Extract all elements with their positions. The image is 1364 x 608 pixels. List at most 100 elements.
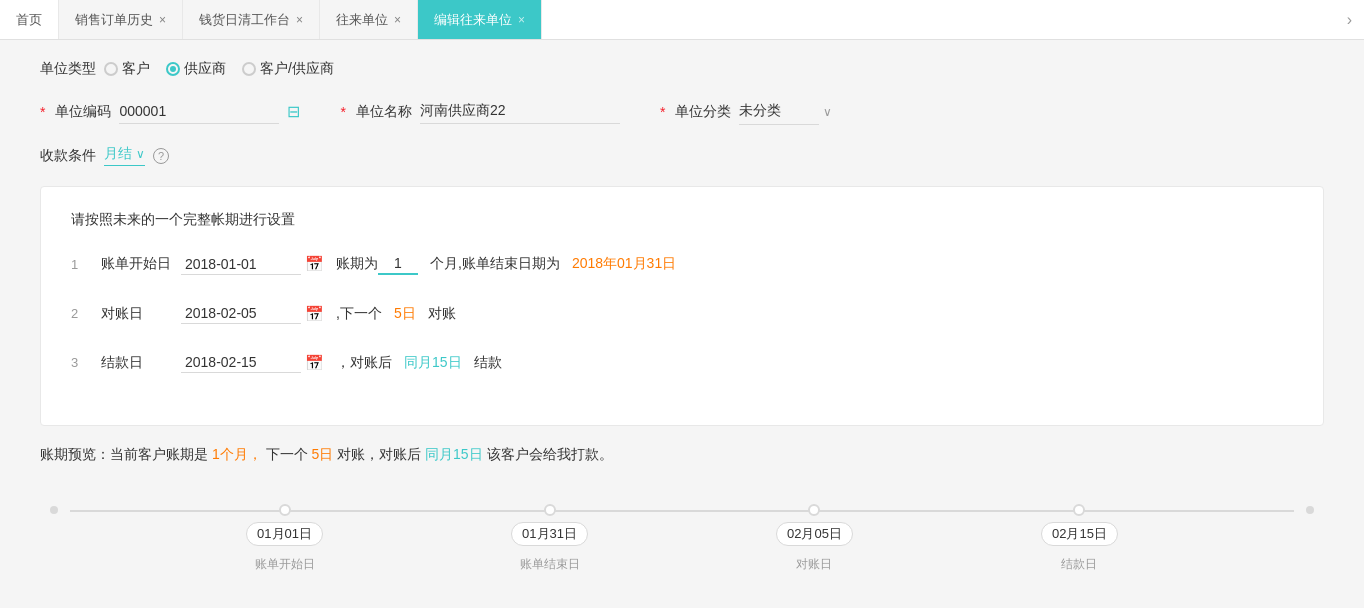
unit-name-input[interactable] [420, 99, 620, 124]
tab-sales-order-history[interactable]: 销售订单历史 × [59, 0, 183, 39]
payment-date-cal-icon[interactable]: 📅 [305, 354, 324, 372]
tab-sales-close-icon[interactable]: × [159, 13, 166, 27]
unit-code-star: * [40, 104, 45, 120]
radio-customer[interactable]: 客户 [104, 60, 150, 78]
help-icon-label: ? [158, 150, 164, 162]
unit-name-label: 单位名称 [356, 103, 412, 121]
preview-suffix: 该客户会给我打款。 [487, 446, 613, 462]
payment-date-input[interactable] [181, 352, 301, 373]
preview-middle1: 下一个 [266, 446, 308, 462]
timeline-dot-1 [279, 504, 291, 516]
unit-info-row: * 单位编码 ⊟ * 单位名称 * 单位分类 未分类 ∨ [40, 98, 1324, 125]
tab-edit-partner[interactable]: 编辑往来单位 × [418, 0, 542, 39]
help-icon[interactable]: ? [153, 148, 169, 164]
radio-both[interactable]: 客户/供应商 [242, 60, 334, 78]
unit-code-input[interactable] [119, 99, 279, 124]
timeline-badge-1: 01月01日 [246, 522, 323, 546]
timeline-badge-2: 01月31日 [511, 522, 588, 546]
unit-type-row: 单位类型 客户 供应商 客户/供应商 [40, 60, 1324, 78]
payment-condition-dropdown[interactable]: 月结 ∨ [104, 145, 145, 166]
timeline-node-1: 01月01日 账单开始日 [246, 488, 323, 573]
timeline-dot-2 [544, 504, 556, 516]
card-title: 请按照未来的一个完整帐期进行设置 [71, 211, 1293, 229]
timeline-dot-3 [808, 504, 820, 516]
row-3-desc-prefix: ，对账后 [336, 354, 392, 372]
row-2-label: 对账日 [101, 305, 181, 323]
payment-condition-value: 月结 [104, 145, 132, 163]
reconcile-date-cal-icon[interactable]: 📅 [305, 305, 324, 323]
unit-category-group: * 单位分类 未分类 ∨ [660, 98, 832, 125]
row-3-num: 3 [71, 355, 101, 370]
preview-text: 账期预览：当前客户账期是 1个月， 下一个 5日 对账，对账后 同月15日 该客… [40, 446, 1324, 464]
setting-row-2: 2 对账日 📅 ,下一个 5日 对账 [71, 303, 1293, 324]
start-date-cal-icon[interactable]: 📅 [305, 255, 324, 273]
radio-both-circle [242, 62, 256, 76]
tab-edit-close-icon[interactable]: × [518, 13, 525, 27]
timeline-right-end [1306, 488, 1314, 514]
row-2-desc-prefix: ,下一个 [336, 305, 382, 323]
row-2-highlight: 5日 [394, 305, 416, 323]
setting-row-1: 1 账单开始日 📅 账期为 个月,账单结束日期为 2018年01月31日 [71, 253, 1293, 275]
unit-category-label: 单位分类 [675, 103, 731, 121]
reconcile-date-input[interactable] [181, 303, 301, 324]
unit-category-dropdown[interactable]: 未分类 ∨ [739, 98, 832, 125]
row-1-desc-suffix: 个月,账单结束日期为 [430, 255, 560, 273]
tab-partner-label: 往来单位 [336, 11, 388, 29]
unit-name-star: * [340, 104, 345, 120]
timeline-left-end [50, 488, 58, 514]
settings-card: 请按照未来的一个完整帐期进行设置 1 账单开始日 📅 账期为 个月,账单结束日期… [40, 186, 1324, 426]
preview-highlight3: 同月15日 [425, 446, 483, 462]
timeline-node-3: 02月05日 对账日 [776, 488, 853, 573]
row-1-num: 1 [71, 257, 101, 272]
month-input[interactable] [378, 253, 418, 275]
timeline-label-1: 账单开始日 [255, 556, 315, 573]
tab-home-label: 首页 [16, 11, 42, 29]
end-date-display: 2018年01月31日 [572, 255, 676, 273]
tab-cash-label: 钱货日清工作台 [199, 11, 290, 29]
row-1-label: 账单开始日 [101, 255, 181, 273]
tab-partner-close-icon[interactable]: × [394, 13, 401, 27]
preview-middle2: 对账，对账后 [337, 446, 421, 462]
unit-code-label: 单位编码 [55, 103, 111, 121]
tab-bar: 首页 销售订单历史 × 钱货日清工作台 × 往来单位 × 编辑往来单位 × › [0, 0, 1364, 40]
radio-customer-label: 客户 [122, 60, 150, 78]
radio-both-label: 客户/供应商 [260, 60, 334, 78]
tab-expand-button[interactable]: › [1335, 0, 1364, 39]
timeline-right-dot [1306, 506, 1314, 514]
main-content: 单位类型 客户 供应商 客户/供应商 * 单位编码 [0, 40, 1364, 608]
unit-type-label: 单位类型 [40, 60, 96, 78]
unit-code-group: * 单位编码 ⊟ [40, 99, 300, 124]
row-3-desc-suffix: 结款 [474, 354, 502, 372]
start-date-input[interactable] [181, 254, 301, 275]
timeline-badge-4: 02月15日 [1041, 522, 1118, 546]
timeline-container: 01月01日 账单开始日 01月31日 账单结束日 02月05日 对账日 02月… [40, 488, 1324, 573]
timeline-node-2: 01月31日 账单结束日 [511, 488, 588, 573]
timeline-node-4: 02月15日 结款日 [1041, 488, 1118, 573]
unit-category-value: 未分类 [739, 98, 819, 125]
timeline-dot-4 [1073, 504, 1085, 516]
setting-row-3: 3 结款日 📅 ，对账后 同月15日 结款 [71, 352, 1293, 373]
payment-condition-label: 收款条件 [40, 147, 96, 165]
row-1-desc-prefix: 账期为 [336, 255, 378, 273]
tab-partner[interactable]: 往来单位 × [320, 0, 418, 39]
radio-group: 客户 供应商 客户/供应商 [104, 60, 334, 78]
preview-prefix: 账期预览：当前客户账期是 [40, 446, 208, 462]
tab-home[interactable]: 首页 [0, 0, 59, 39]
radio-customer-circle [104, 62, 118, 76]
tab-cash-work[interactable]: 钱货日清工作台 × [183, 0, 320, 39]
timeline-label-4: 结款日 [1061, 556, 1097, 573]
radio-supplier-label: 供应商 [184, 60, 226, 78]
timeline-badge-3: 02月05日 [776, 522, 853, 546]
preview-highlight2: 5日 [311, 446, 333, 462]
preview-highlight1: 1个月， [212, 446, 262, 462]
unit-code-copy-icon[interactable]: ⊟ [287, 102, 300, 121]
unit-name-group: * 单位名称 [340, 99, 619, 124]
timeline-nodes: 01月01日 账单开始日 01月31日 账单结束日 02月05日 对账日 02月… [50, 488, 1314, 573]
unit-category-arrow-icon: ∨ [823, 105, 832, 119]
row-3-highlight: 同月15日 [404, 354, 462, 372]
row-2-num: 2 [71, 306, 101, 321]
unit-type-group: 单位类型 客户 供应商 客户/供应商 [40, 60, 334, 78]
row-3-label: 结款日 [101, 354, 181, 372]
tab-cash-close-icon[interactable]: × [296, 13, 303, 27]
radio-supplier[interactable]: 供应商 [166, 60, 226, 78]
